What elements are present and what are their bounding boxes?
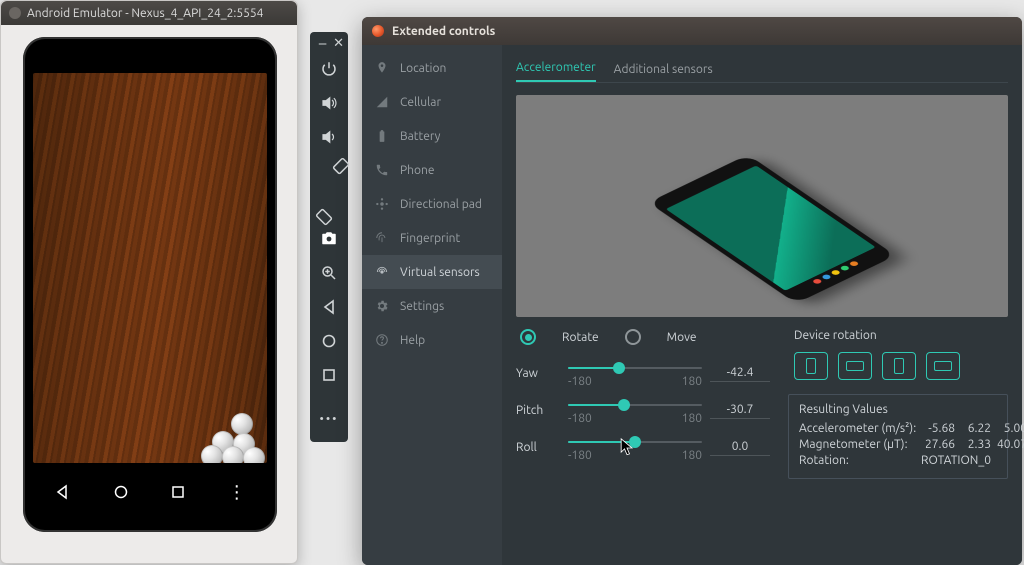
sidebar-item-phone[interactable]: Phone	[362, 153, 502, 187]
emulator-device-screen[interactable]	[33, 73, 267, 463]
recents-icon[interactable]	[171, 485, 185, 499]
emulator-title-text: Android Emulator - Nexus_4_API_24_2:5554	[27, 7, 263, 20]
ball-sprite	[222, 446, 244, 463]
back-button[interactable]	[310, 290, 348, 324]
resulting-values-panel: Resulting Values Accelerometer (m/s²): -…	[788, 394, 1008, 479]
window-close-icon[interactable]	[372, 25, 384, 37]
accel-x: -5.68	[921, 422, 955, 435]
emulator-device-frame: ⋮	[23, 37, 277, 532]
sidebar-item-directional-pad[interactable]: Directional pad	[362, 187, 502, 221]
sidebar-item-fingerprint[interactable]: Fingerprint	[362, 221, 502, 255]
battery-icon	[374, 128, 390, 144]
dpad-icon	[374, 196, 390, 212]
device-rotation-title: Device rotation	[788, 329, 1008, 342]
sensor-tabs: Accelerometer Additional sensors	[516, 55, 1008, 83]
volume-down-button[interactable]	[310, 120, 348, 154]
ball-sprite	[201, 445, 223, 463]
rotation-portrait-reverse-button[interactable]	[882, 352, 916, 380]
phone-3d-body	[648, 155, 895, 304]
zoom-button[interactable]	[310, 256, 348, 290]
mode-move-label: Move	[667, 331, 697, 344]
cellular-icon	[374, 94, 390, 110]
sidebar-item-cellular[interactable]: Cellular	[362, 85, 502, 119]
sidebar-item-label: Fingerprint	[400, 232, 460, 245]
sidebar-item-help[interactable]: Help	[362, 323, 502, 357]
accel-z: 5.00	[993, 422, 1024, 435]
screenshot-button[interactable]	[310, 222, 348, 256]
roll-label: Roll	[516, 441, 560, 454]
more-button[interactable]: •••	[310, 402, 348, 436]
sidebar-item-label: Location	[400, 62, 446, 75]
help-icon	[374, 332, 390, 348]
pitch-slider[interactable]	[568, 396, 702, 414]
sensors-icon	[374, 264, 390, 280]
sidebar-item-label: Cellular	[400, 96, 441, 109]
rotate-left-button[interactable]	[310, 154, 348, 188]
sidebar-item-battery[interactable]: Battery	[362, 119, 502, 153]
home-button[interactable]	[310, 324, 348, 358]
emulator-toolbar: ‒ ✕ •••	[310, 32, 348, 442]
window-control-icon[interactable]	[9, 7, 21, 19]
close-icon[interactable]: ✕	[333, 36, 344, 51]
pitch-label: Pitch	[516, 404, 560, 417]
mode-move-radio[interactable]	[625, 329, 641, 345]
extended-controls-title: Extended controls	[392, 25, 495, 38]
sidebar-item-label: Settings	[400, 300, 444, 313]
mag-x: 27.66	[921, 438, 955, 451]
tab-additional-sensors[interactable]: Additional sensors	[614, 63, 713, 82]
recents-button[interactable]	[310, 358, 348, 392]
rotation-portrait-button[interactable]	[794, 352, 828, 380]
mode-rotate-radio[interactable]	[520, 329, 536, 345]
extended-main: Accelerometer Additional sensors	[502, 45, 1022, 565]
roll-slider[interactable]	[568, 433, 702, 451]
location-icon	[374, 60, 390, 76]
sidebar-item-settings[interactable]: Settings	[362, 289, 502, 323]
android-navbar: ⋮	[33, 473, 267, 511]
yaw-value[interactable]: -42.4	[710, 366, 770, 382]
roll-value[interactable]: 0.0	[710, 440, 770, 456]
accel-y: 6.22	[957, 422, 991, 435]
sidebar-item-label: Virtual sensors	[400, 266, 480, 279]
ball-sprite	[231, 413, 253, 435]
rotation-label: Rotation:	[799, 454, 919, 467]
mag-y: 2.33	[957, 438, 991, 451]
emulator-window: Android Emulator - Nexus_4_API_24_2:5554…	[0, 0, 298, 564]
pitch-value[interactable]: -30.7	[710, 403, 770, 419]
phone-icon	[374, 162, 390, 178]
sidebar-item-label: Battery	[400, 130, 440, 143]
sidebar-item-virtual-sensors[interactable]: Virtual sensors	[362, 255, 502, 289]
sidebar-item-label: Directional pad	[400, 198, 482, 211]
sidebar-item-label: Phone	[400, 164, 435, 177]
mode-rotate-label: Rotate	[562, 331, 599, 344]
power-button[interactable]	[310, 52, 348, 86]
rotate-right-button[interactable]	[310, 188, 348, 222]
extended-sidebar: Location Cellular Battery Phone Directio…	[362, 45, 502, 565]
extended-controls-titlebar[interactable]: Extended controls	[362, 17, 1022, 45]
rotation-value: ROTATION_0	[921, 454, 997, 467]
volume-up-button[interactable]	[310, 86, 348, 120]
resulting-values-title: Resulting Values	[799, 403, 997, 416]
tab-accelerometer[interactable]: Accelerometer	[516, 61, 596, 82]
mag-label: Magnetometer (μT):	[799, 438, 919, 451]
ball-sprite	[243, 447, 265, 463]
overflow-icon[interactable]: ⋮	[228, 483, 246, 501]
sidebar-item-label: Help	[400, 334, 425, 347]
rotation-landscape-button[interactable]	[838, 352, 872, 380]
device-3d-preview[interactable]	[516, 95, 1008, 317]
sidebar-item-location[interactable]: Location	[362, 51, 502, 85]
accel-label: Accelerometer (m/s²):	[799, 422, 919, 435]
home-icon[interactable]	[113, 484, 129, 500]
gear-icon	[374, 298, 390, 314]
minimize-icon[interactable]: ‒	[318, 35, 327, 52]
yaw-slider[interactable]	[568, 359, 702, 377]
emulator-titlebar[interactable]: Android Emulator - Nexus_4_API_24_2:5554	[1, 1, 297, 25]
back-icon[interactable]	[54, 484, 70, 500]
fingerprint-icon	[374, 230, 390, 246]
mag-z: 40.07	[993, 438, 1024, 451]
yaw-label: Yaw	[516, 367, 560, 380]
extended-controls-window: Extended controls Location Cellular Batt…	[362, 17, 1022, 565]
rotation-landscape-reverse-button[interactable]	[926, 352, 960, 380]
